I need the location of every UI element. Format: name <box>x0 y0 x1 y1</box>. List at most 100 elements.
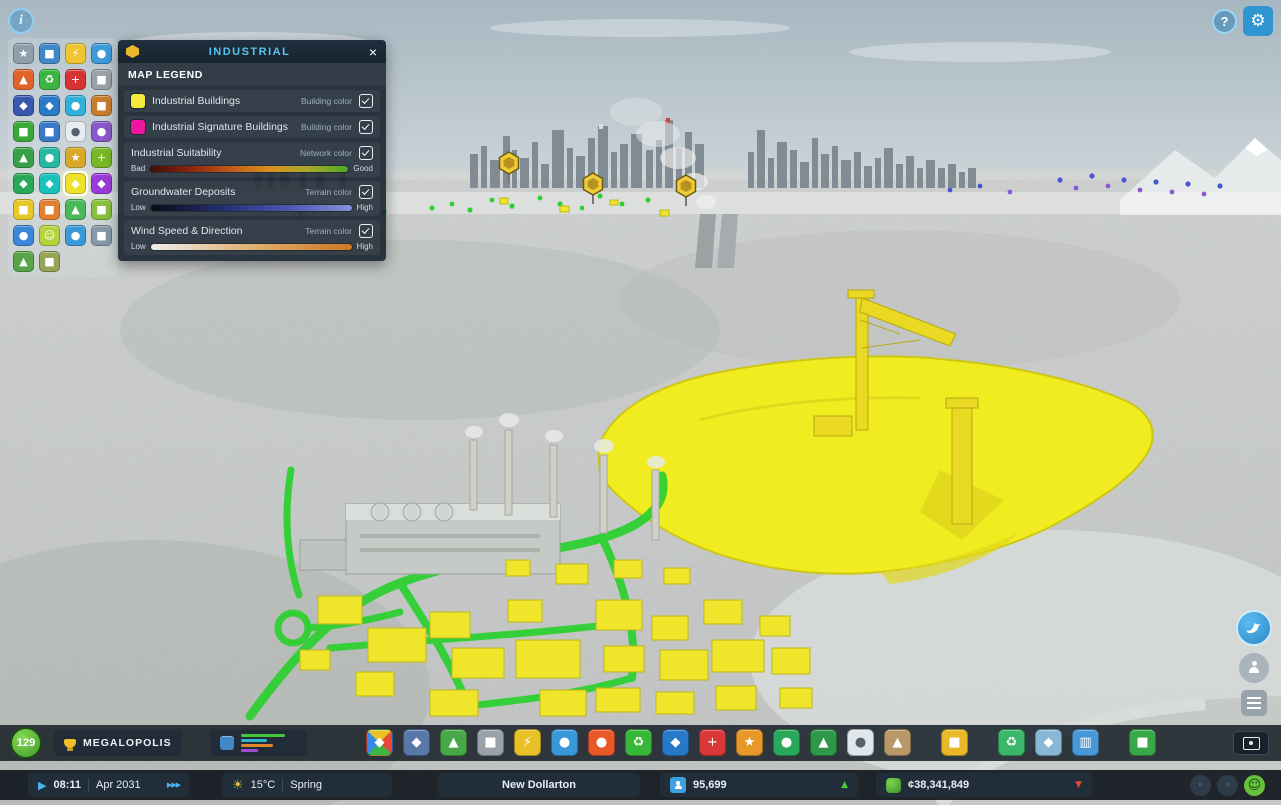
infoview-population[interactable]: ● <box>65 225 86 246</box>
infoview-fire-safety[interactable]: ▲ <box>13 69 34 90</box>
infoview-education[interactable]: ◆ <box>39 95 60 116</box>
infoview-rent[interactable]: ■ <box>91 199 112 220</box>
infoview-land-value[interactable]: ▲ <box>65 199 86 220</box>
legend-checkbox[interactable] <box>359 146 373 160</box>
zones-tool[interactable]: ◆ <box>366 729 393 756</box>
infoview-transportation[interactable]: ■ <box>13 121 34 142</box>
infoview-terrain[interactable]: ▲ <box>13 251 34 272</box>
infoview-telecom[interactable]: ● <box>65 95 86 116</box>
communications-tool[interactable]: ● <box>847 729 874 756</box>
close-button[interactable]: × <box>360 40 386 63</box>
infoview-groundwater[interactable]: ● <box>13 225 34 246</box>
gear-icon: ⚙ <box>1250 11 1265 31</box>
chirper-button[interactable] <box>1236 610 1272 646</box>
infoview-progression[interactable]: ★ <box>13 43 34 64</box>
legend-row: Industrial Signature BuildingsBuilding c… <box>124 116 380 138</box>
education-tool[interactable]: ◆ <box>662 729 689 756</box>
statistics-button[interactable]: ▥ <box>1072 729 1099 756</box>
sun-icon: ☀ <box>232 778 244 793</box>
office-demand-bar <box>241 749 258 752</box>
map-tiles-button[interactable]: ◆ <box>1035 729 1062 756</box>
infoview-fertile-land[interactable]: ◆ <box>39 173 60 194</box>
play-icon[interactable]: ▶ <box>38 779 46 792</box>
infoview-water-sewage[interactable]: ● <box>91 43 112 64</box>
infoview-residential[interactable]: ■ <box>13 199 34 220</box>
garbage-tool[interactable]: ♻ <box>625 729 652 756</box>
trophy-icon <box>64 739 76 748</box>
infoview-panel: ★■⚡●▲♻+■◆◆●■■■●●▲●★+◆◆◆◆■■▲■●☺●■▲■ <box>8 38 117 277</box>
infoview-commercial[interactable]: ■ <box>39 199 60 220</box>
time-widget: ▶ 08:11 Apr 2031 ▶▶▶ <box>28 773 190 797</box>
clock-time: 08:11 <box>53 779 81 791</box>
demand-widget[interactable] <box>210 730 307 756</box>
notes-button[interactable] <box>1241 690 1267 716</box>
money-widget[interactable]: ¢38,341,849 ▼ <box>876 773 1092 797</box>
happiness-indicator[interactable]: ☺ <box>1244 775 1265 796</box>
infoview-happiness[interactable]: ☺ <box>39 225 60 246</box>
status-mini-button-2[interactable]: ◦ <box>1217 775 1238 796</box>
tool-row: ◆ ◆ ▲ ■ ⚡ ● ● ♻ ◆ + ★ ● ▲ ● ▲ ■ ♻ ◆ ▥ ■ <box>366 729 1166 756</box>
infoview-chirper[interactable]: ● <box>65 121 86 142</box>
legend-row-label: Industrial Signature Buildings <box>152 121 301 133</box>
legend-min-label: Low <box>131 242 146 251</box>
legend-row-type: Terrain color <box>305 226 352 236</box>
infoview-office[interactable]: ◆ <box>91 173 112 194</box>
infoview-finances[interactable]: ■ <box>39 43 60 64</box>
status-mini-button-1[interactable]: ◦ <box>1190 775 1211 796</box>
infoview-vehicles[interactable]: ■ <box>39 251 60 272</box>
main-toolbar: 129 MEGALOPOLIS ◆ ◆ ▲ ■ ⚡ ● ● ♻ ◆ + ★ ● ▲ ● ▲ ■ ♻ ◆ ▥ ■ <box>0 725 1281 761</box>
legend-color-swatch <box>131 94 145 108</box>
water-tool[interactable]: ● <box>551 729 578 756</box>
infoview-welfare[interactable]: + <box>91 147 112 168</box>
roads-tool[interactable]: ◆ <box>403 729 430 756</box>
infoview-workplaces[interactable]: ■ <box>91 225 112 246</box>
industrial-legend-panel: INDUSTRIAL × MAP LEGEND Industrial Build… <box>118 40 386 261</box>
infoview-electricity[interactable]: ⚡ <box>65 43 86 64</box>
infoview-police[interactable]: ◆ <box>13 95 34 116</box>
parks-recreation-tool[interactable]: ● <box>773 729 800 756</box>
electricity-tool[interactable]: ⚡ <box>514 729 541 756</box>
weather-widget: ☀ 15°C Spring <box>222 773 392 797</box>
road-maintenance-tool[interactable]: ■ <box>941 729 968 756</box>
infoview-postal[interactable]: ■ <box>91 95 112 116</box>
healthcare-tool[interactable]: + <box>699 729 726 756</box>
infoview-attractiveness[interactable]: ★ <box>65 147 86 168</box>
population-widget[interactable]: 95,699 ▲ <box>660 773 858 797</box>
legend-checkbox[interactable] <box>359 185 373 199</box>
infoview-natural-resources[interactable]: ◆ <box>13 173 34 194</box>
settings-button[interactable]: ⚙ <box>1243 6 1273 36</box>
legend-row: Groundwater DepositsTerrain colorLowHigh <box>124 181 380 216</box>
infoview-maintenance[interactable]: ■ <box>91 69 112 90</box>
city-services-button[interactable]: ■ <box>1129 729 1156 756</box>
fire-rescue-tool[interactable]: ● <box>588 729 615 756</box>
economy-panel-button[interactable]: ♻ <box>998 729 1025 756</box>
speed-control[interactable]: ▶▶▶ <box>167 781 180 789</box>
forestry-tool[interactable]: ▲ <box>810 729 837 756</box>
infoview-public-transit[interactable]: ■ <box>39 121 60 142</box>
legend-title: INDUSTRIAL <box>139 46 360 58</box>
landscaping-tool[interactable]: ▲ <box>440 729 467 756</box>
legend-checkbox[interactable] <box>359 224 373 238</box>
population-trend-up-icon: ▲ <box>841 780 848 790</box>
infoview-garbage[interactable]: ♻ <box>39 69 60 90</box>
legend-checkbox[interactable] <box>359 94 373 108</box>
infoview-healthcare[interactable]: + <box>65 69 86 90</box>
help-button[interactable]: ? <box>1212 9 1237 34</box>
legend-row: Industrial SuitabilityNetwork colorBadGo… <box>124 142 380 177</box>
legend-min-label: Bad <box>131 164 145 173</box>
legend-row-type: Building color <box>301 96 352 106</box>
infoview-tourism[interactable]: ● <box>39 147 60 168</box>
city-name-widget[interactable]: New Dollarton <box>438 773 640 797</box>
info-button[interactable]: i <box>8 8 34 34</box>
citizen-lookup-button[interactable] <box>1239 653 1269 683</box>
infoview-industrial[interactable]: ◆ <box>65 173 86 194</box>
signature-buildings-tool[interactable]: ■ <box>477 729 504 756</box>
police-tool[interactable]: ★ <box>736 729 763 756</box>
milestone-button[interactable]: MEGALOPOLIS <box>54 730 182 756</box>
xp-level-badge[interactable]: 129 <box>10 727 42 759</box>
photo-mode-button[interactable] <box>1233 731 1269 755</box>
infoview-radio[interactable]: ● <box>91 121 112 142</box>
legend-checkbox[interactable] <box>359 120 373 134</box>
infoview-parks[interactable]: ▲ <box>13 147 34 168</box>
terraforming-tool[interactable]: ▲ <box>884 729 911 756</box>
